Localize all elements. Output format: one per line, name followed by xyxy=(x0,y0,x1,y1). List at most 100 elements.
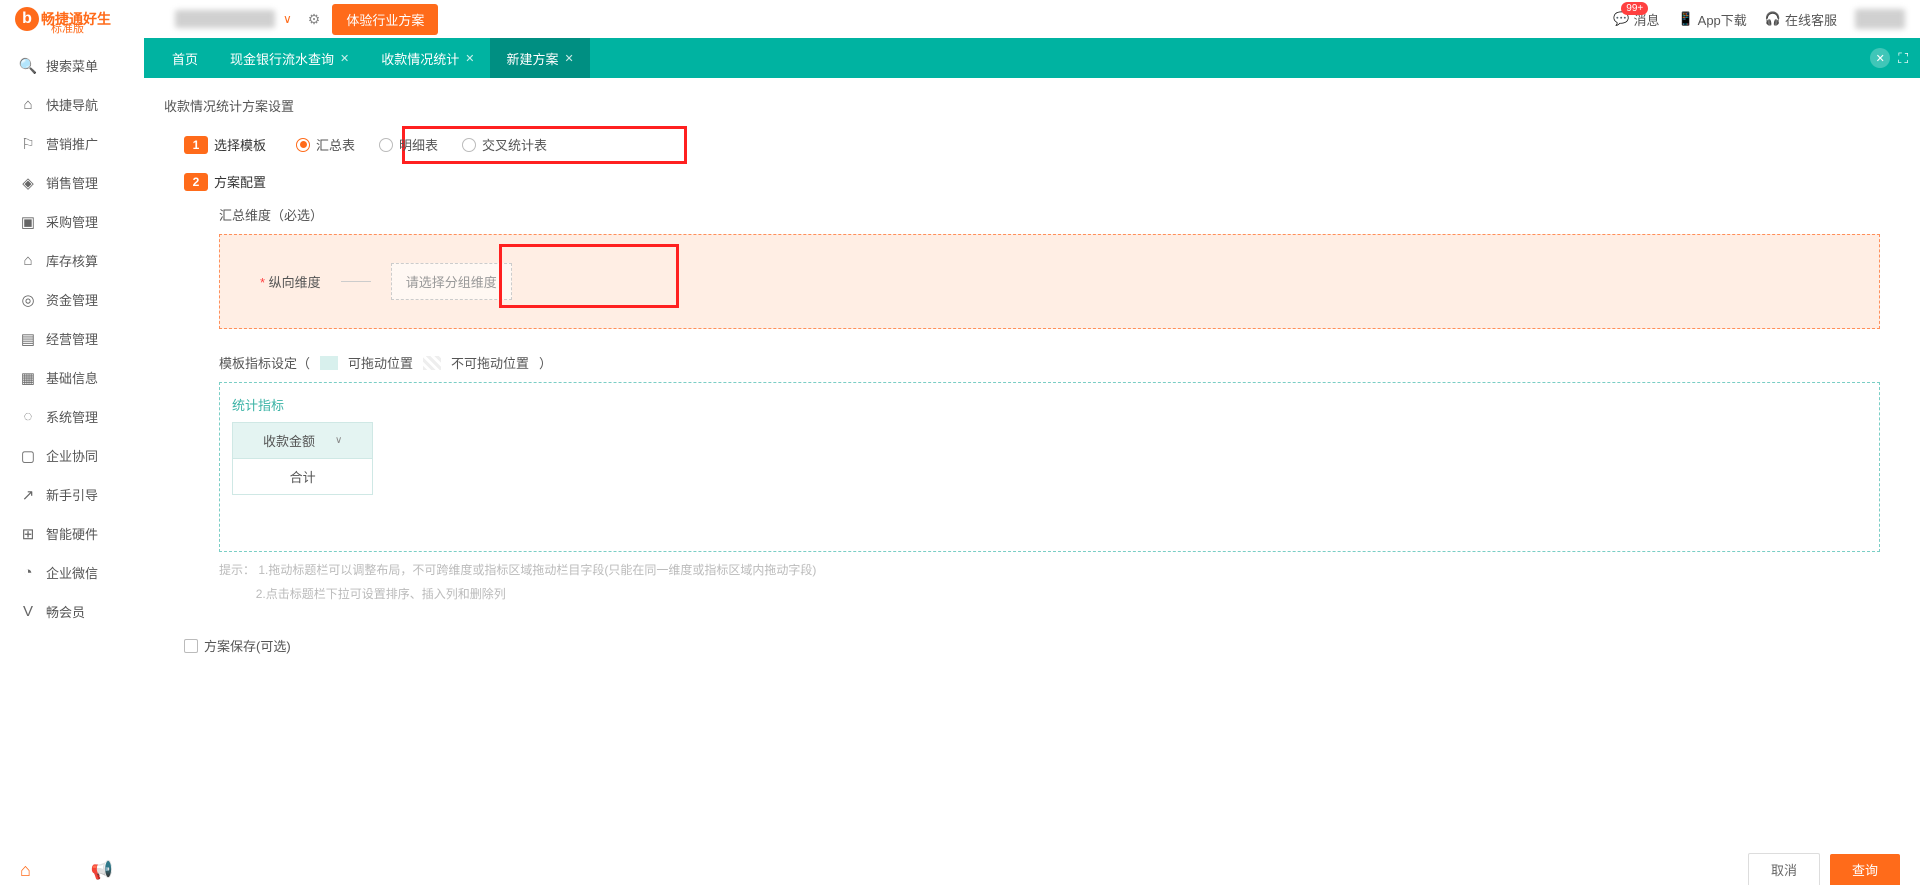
trial-button[interactable]: 体验行业方案 xyxy=(332,4,438,35)
radio-2[interactable]: 交叉统计表 xyxy=(462,135,547,154)
chevron-down-icon: ∨ xyxy=(335,435,342,446)
save-label: 方案保存(可选) xyxy=(204,636,291,655)
main-area: 首页现金银行流水查询✕收款情况统计✕新建方案✕ ✕ ⛶ 收款情况统计方案设置 1… xyxy=(144,38,1920,885)
sidebar-icon: ▣ xyxy=(20,214,36,230)
sidebar-item-8[interactable]: ▦ 基础信息 xyxy=(0,358,144,397)
chevron-down-icon[interactable]: ∨ xyxy=(283,12,292,26)
radio-label: 汇总表 xyxy=(316,135,355,154)
sidebar-label: 快捷导航 xyxy=(46,95,98,114)
app-download-link[interactable]: 📱 App下载 xyxy=(1677,10,1746,29)
sidebar-item-1[interactable]: ⌂快捷导航 xyxy=(0,85,144,124)
radio-label: 交叉统计表 xyxy=(482,135,547,154)
close-all-tabs-icon[interactable]: ✕ xyxy=(1870,48,1890,68)
radio-icon xyxy=(462,138,476,152)
user-avatar-blurred[interactable] xyxy=(1855,9,1905,29)
sidebar-icon: ⚐ xyxy=(20,136,36,152)
config-section: 汇总维度（必选） * 纵向维度 请选择分组维度 模板指标设定（ 可拖动位置 不可… xyxy=(219,205,1880,606)
messages-link[interactable]: 💬 消息 99+ xyxy=(1613,10,1659,29)
save-checkbox[interactable] xyxy=(184,639,198,653)
radio-icon xyxy=(379,138,393,152)
sidebar-item-6[interactable]: ◎ 资金管理 xyxy=(0,280,144,319)
sidebar-icon: ⌂ xyxy=(20,253,36,269)
tab-close-icon[interactable]: ✕ xyxy=(565,52,574,65)
indicator-table: 收款金额 ∨ 合计 xyxy=(232,422,373,495)
tab-bar-actions: ✕ ⛶ xyxy=(1870,48,1920,68)
footer-actions: 取消 查询 xyxy=(144,851,1920,885)
sidebar-label: 库存核算 xyxy=(46,251,98,270)
required-star: * xyxy=(260,275,269,290)
tab-label: 收款情况统计 xyxy=(381,49,459,68)
tips-area: 提示： 1.拖动标题栏可以调整布局，不可跨维度或指标区域拖动栏目字段(只能在同一… xyxy=(219,558,1880,606)
company-selector[interactable]: ∨ ⚙ xyxy=(175,10,320,28)
fullscreen-icon[interactable]: ⛶ xyxy=(1898,50,1908,67)
tab-2[interactable]: 收款情况统计 ✕ xyxy=(365,38,490,78)
query-button[interactable]: 查询 xyxy=(1830,854,1900,885)
gear-icon[interactable]: ⚙ xyxy=(308,11,321,28)
sidebar-item-12[interactable]: ⊞智能硬件 xyxy=(0,514,144,553)
sidebar-icon: ◎ xyxy=(20,292,36,308)
connector-line xyxy=(341,281,371,282)
step-1-number: 1 xyxy=(184,136,208,154)
logo-area: b 畅捷通好生 标准版 xyxy=(15,2,155,36)
top-header: b 畅捷通好生 标准版 ∨ ⚙ 体验行业方案 💬 消息 99+ 📱 App下载 … xyxy=(0,0,1920,38)
sidebar-icon: ◌ xyxy=(20,409,36,425)
sidebar-label: 基础信息 xyxy=(46,368,98,387)
bottom-icons: ⌂ 📢 xyxy=(20,860,113,881)
indicator-total-cell[interactable]: 合计 xyxy=(233,459,372,494)
message-badge: 99+ xyxy=(1621,2,1648,15)
sidebar-icon: ▦ xyxy=(20,370,36,386)
sidebar-item-2[interactable]: ⚐营销推广 xyxy=(0,124,144,163)
speaker-icon[interactable]: 📢 xyxy=(91,860,113,881)
step-1-label: 选择模板 xyxy=(214,135,266,154)
indicator-amount-cell[interactable]: 收款金额 ∨ xyxy=(233,423,372,459)
sidebar-label: 企业协同 xyxy=(46,446,98,465)
sidebar-label: 销售管理 xyxy=(46,173,98,192)
sidebar-item-10[interactable]: ▢企业协同 xyxy=(0,436,144,475)
indicator-panel-title: 统计指标 xyxy=(232,395,1867,414)
indicator-panel: 统计指标 收款金额 ∨ 合计 xyxy=(219,382,1880,552)
sidebar-icon: ⊞ xyxy=(20,526,36,542)
step-1-row: 1 选择模板 汇总表 明细表 交叉统计表 xyxy=(184,135,1900,154)
step-2-label: 方案配置 xyxy=(214,172,266,191)
page-title: 收款情况统计方案设置 xyxy=(164,96,1900,115)
tab-close-icon[interactable]: ✕ xyxy=(340,52,349,65)
sidebar-icon: ◈ xyxy=(20,175,36,191)
tab-close-icon[interactable]: ✕ xyxy=(465,52,474,65)
logo-sub: 标准版 xyxy=(51,20,84,36)
content-area: 收款情况统计方案设置 1 选择模板 汇总表 明细表 交叉统计表 2 方案配置 汇总维… xyxy=(144,78,1920,885)
sidebar-label: 资金管理 xyxy=(46,290,98,309)
sidebar-label: 采购管理 xyxy=(46,212,98,231)
sidebar-label: 新手引导 xyxy=(46,485,98,504)
step-2-number: 2 xyxy=(184,173,208,191)
tab-3[interactable]: 新建方案✕ xyxy=(490,38,589,78)
sidebar-item-0[interactable]: 🔍搜索菜单 xyxy=(0,46,144,85)
dimension-area: * 纵向维度 请选择分组维度 xyxy=(219,234,1880,329)
sidebar-item-3[interactable]: ◈ 销售管理 xyxy=(0,163,144,202)
legend-draggable-icon xyxy=(320,356,338,370)
sidebar-item-5[interactable]: ⌂ 库存核算 xyxy=(0,241,144,280)
sidebar-item-13[interactable]: ◔企业微信 xyxy=(0,553,144,592)
header-right: 💬 消息 99+ 📱 App下载 🎧 在线客服 xyxy=(1613,9,1905,29)
home-icon[interactable]: ⌂ xyxy=(20,860,31,881)
dimension-input[interactable]: 请选择分组维度 xyxy=(391,263,512,300)
sidebar-item-14[interactable]: V畅会员 xyxy=(0,592,144,631)
sidebar-label: 系统管理 xyxy=(46,407,98,426)
radio-1[interactable]: 明细表 xyxy=(379,135,438,154)
sidebar-item-11[interactable]: ↗新手引导 xyxy=(0,475,144,514)
cancel-button[interactable]: 取消 xyxy=(1748,853,1820,885)
tab-label: 首页 xyxy=(172,49,198,68)
legend-nondraggable-icon xyxy=(423,356,441,370)
tab-label: 现金银行流水查询 xyxy=(230,49,334,68)
save-scheme-row[interactable]: 方案保存(可选) xyxy=(184,636,1900,655)
sidebar-item-7[interactable]: ▤经营管理 xyxy=(0,319,144,358)
tab-1[interactable]: 现金银行流水查询 ✕ xyxy=(214,38,365,78)
sidebar-icon: 🔍 xyxy=(20,58,36,74)
headset-icon: 🎧 xyxy=(1765,11,1781,27)
sidebar-item-4[interactable]: ▣ 采购管理 xyxy=(0,202,144,241)
sidebar-icon: V xyxy=(20,604,36,620)
online-service-link[interactable]: 🎧 在线客服 xyxy=(1765,10,1837,29)
sidebar-label: 经营管理 xyxy=(46,329,98,348)
radio-0[interactable]: 汇总表 xyxy=(296,135,355,154)
tab-0[interactable]: 首页 xyxy=(156,38,214,78)
sidebar-item-9[interactable]: ◌ 系统管理 xyxy=(0,397,144,436)
